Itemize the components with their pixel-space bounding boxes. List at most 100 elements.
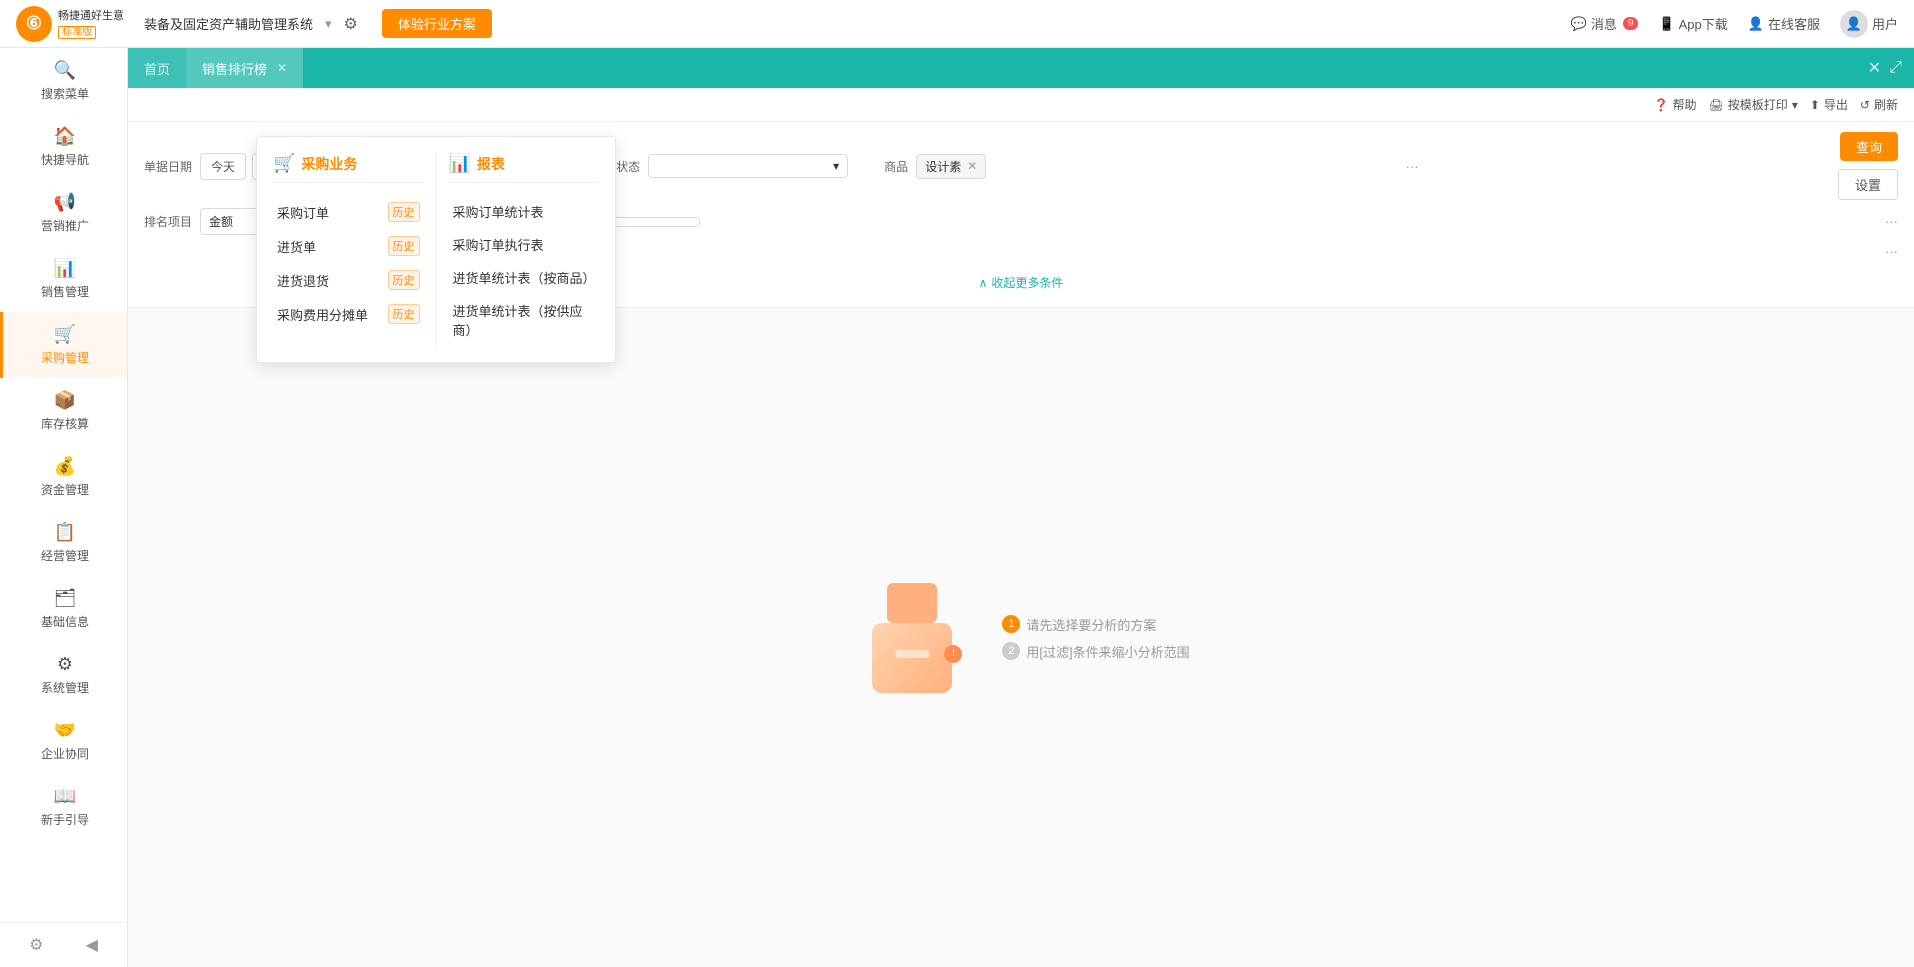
popup-report-icon: 📊 (449, 153, 471, 174)
refresh-action[interactable]: ↺ 刷新 (1860, 96, 1898, 113)
sidebar-label-operation: 经营管理 (41, 547, 89, 564)
sidebar-item-marketing[interactable]: 📢 营销推广 (0, 180, 127, 246)
popup-item-stock-in[interactable]: 进货单 历史 (273, 229, 424, 263)
history-tag-pe: 历史 (388, 304, 420, 324)
message-icon: 💬 (1571, 16, 1587, 32)
marketing-icon: 📢 (54, 192, 76, 213)
goods-tag-value: 设计素 (925, 158, 961, 175)
tab-sales-rank-label: 销售排行榜 (202, 59, 267, 78)
popup-item-purchase-order[interactable]: 采购订单 历史 (273, 195, 424, 229)
message-action[interactable]: 💬 消息 9 (1571, 14, 1639, 33)
user-label: 用户 (1872, 14, 1898, 33)
hint-item-2: 2 用[过滤]条件来缩小分析范围 (1002, 642, 1189, 661)
template-print-action[interactable]: 🖨 按模板打印 ▾ (1709, 96, 1798, 113)
illustration-lid (887, 583, 937, 623)
settings-gear-icon[interactable]: ⚙ (344, 14, 358, 34)
finance-icon: 💰 (54, 456, 76, 477)
sidebar-item-collab[interactable]: 🤝 企业协同 (0, 708, 127, 774)
export-action[interactable]: ⬆ 导出 (1810, 96, 1848, 113)
tab-home[interactable]: 首页 (128, 48, 186, 88)
sidebar-label-collab: 企业协同 (41, 745, 89, 762)
tab-bar: 首页 销售排行榜 ✕ ✕ ⤢ (128, 48, 1914, 88)
sidebar-label-purchase: 采购管理 (41, 349, 89, 366)
sidebar-label-nav: 快捷导航 (41, 151, 89, 168)
popup-purchase-icon: 🛒 (273, 153, 295, 174)
popup-item-label-pos: 采购订单统计表 (453, 202, 544, 221)
tab-sales-rank[interactable]: 销售排行榜 ✕ (186, 48, 303, 88)
query-button[interactable]: 查询 (1840, 132, 1898, 161)
purchase-icon: 🛒 (54, 324, 76, 345)
logo-icon: ⑥ (16, 6, 52, 42)
popup-col-purchase: 🛒 采购业务 采购订单 历史 进货单 历史 进货退货 历史 (273, 153, 424, 346)
voucher-status-arrow: ▾ (833, 159, 839, 173)
empty-state: ! 1 请先选择要分析的方案 2 用[过滤]条件来缩小分析范围 (852, 583, 1189, 693)
popup-col1-label: 采购业务 (301, 154, 357, 174)
popup-divider (436, 153, 437, 346)
template-print-arrow[interactable]: ▾ (1792, 98, 1798, 112)
app-download-action[interactable]: 📱 App下载 (1658, 14, 1727, 33)
popup-item-po-exec[interactable]: 采购订单执行表 (449, 228, 600, 261)
collapse-label: 收起更多条件 (991, 274, 1063, 291)
popup-item-purchase-expense[interactable]: 采购费用分摊单 历史 (273, 297, 424, 331)
message-label: 消息 (1591, 14, 1617, 33)
online-service-label: 在线客服 (1768, 14, 1820, 33)
sidebar-settings-icon[interactable]: ⚙ (29, 935, 43, 955)
popup-col-report: 📊 报表 采购订单统计表 采购订单执行表 进货单统计表（按商品） 进货单统计表（… (449, 153, 600, 346)
sidebar-item-sales[interactable]: 📊 销售管理 (0, 246, 127, 312)
rank-value: 金额 (209, 213, 233, 230)
refresh-label: 刷新 (1874, 96, 1898, 113)
system-name: 装备及固定资产辅助管理系统 (144, 14, 313, 33)
rank-label: 排名项目 (144, 213, 192, 230)
sidebar-label-search: 搜索菜单 (41, 85, 89, 102)
avatar: 👤 (1840, 10, 1868, 38)
sidebar-item-search[interactable]: 🔍 搜索菜单 (0, 48, 127, 114)
popup-item-label-sr: 进货退货 (277, 271, 329, 290)
system-arrow-icon[interactable]: ▾ (325, 16, 332, 32)
popup-item-po-stats[interactable]: 采购订单统计表 (449, 195, 600, 228)
tab-close-icon[interactable]: ✕ (277, 61, 287, 75)
goods-tag[interactable]: 设计素 ✕ (916, 154, 986, 179)
popup-item-stock-supplier[interactable]: 进货单统计表（按供应商） (449, 294, 600, 346)
date-label: 单据日期 (144, 158, 192, 175)
sidebar-item-operation[interactable]: 📋 经营管理 (0, 510, 127, 576)
settings-button[interactable]: 设置 (1838, 169, 1898, 200)
inventory-icon: 📦 (54, 390, 76, 411)
industry-btn[interactable]: 体验行业方案 (382, 9, 492, 38)
illustration-box (872, 623, 952, 693)
popup-item-label-poe: 采购订单执行表 (453, 235, 544, 254)
popup-col2-title: 📊 报表 (449, 153, 600, 183)
logo-tag: 标准版 (58, 26, 96, 39)
sidebar-label-inventory: 库存核算 (41, 415, 89, 432)
sidebar-label-finance: 资金管理 (41, 481, 89, 498)
tab-home-label: 首页 (144, 59, 170, 78)
voucher-status-select[interactable]: ▾ (648, 154, 848, 178)
logo-name: 畅捷通好生意 (58, 9, 124, 23)
goods-more-icon[interactable]: ··· (1406, 159, 1419, 174)
sidebar-item-system[interactable]: ⚙ 系统管理 (0, 642, 127, 708)
popup-item-label-po: 采购订单 (277, 203, 329, 222)
search-icon: 🔍 (54, 60, 76, 81)
tab-maximize-icon[interactable]: ⤢ (1889, 59, 1902, 77)
export-icon: ⬆ (1810, 98, 1820, 112)
sidebar-collapse-icon[interactable]: ◀ (86, 935, 98, 955)
sidebar-item-finance[interactable]: 💰 资金管理 (0, 444, 127, 510)
popup-item-stock-return[interactable]: 进货退货 历史 (273, 263, 424, 297)
sidebar-item-basicinfo[interactable]: 🗂 基础信息 (0, 576, 127, 642)
popup-item-stock-goods[interactable]: 进货单统计表（按商品） (449, 261, 600, 294)
sidebar-item-guide[interactable]: 📖 新手引导 (0, 774, 127, 840)
history-tag-si: 历史 (388, 236, 420, 256)
sidebar-item-inventory[interactable]: 📦 库存核算 (0, 378, 127, 444)
tab-close-window-icon[interactable]: ✕ (1868, 58, 1881, 78)
help-action[interactable]: ❓ 帮助 (1654, 96, 1697, 113)
sidebar-item-nav[interactable]: 🏠 快捷导航 (0, 114, 127, 180)
customer-more-icon[interactable]: ··· (1885, 244, 1898, 259)
hint-num-1: 1 (1002, 615, 1020, 633)
date-btn-today[interactable]: 今天 (200, 153, 246, 180)
salesman-more-icon[interactable]: ··· (1885, 214, 1898, 229)
message-badge: 9 (1623, 17, 1639, 30)
goods-tag-close-icon[interactable]: ✕ (967, 159, 977, 173)
online-service-action[interactable]: 👤 在线客服 (1748, 14, 1820, 33)
user-action[interactable]: 👤 用户 (1840, 10, 1898, 38)
sidebar-item-purchase[interactable]: 🛒 采购管理 (0, 312, 127, 378)
popup-item-label-ss: 进货单统计表（按供应商） (453, 301, 596, 339)
